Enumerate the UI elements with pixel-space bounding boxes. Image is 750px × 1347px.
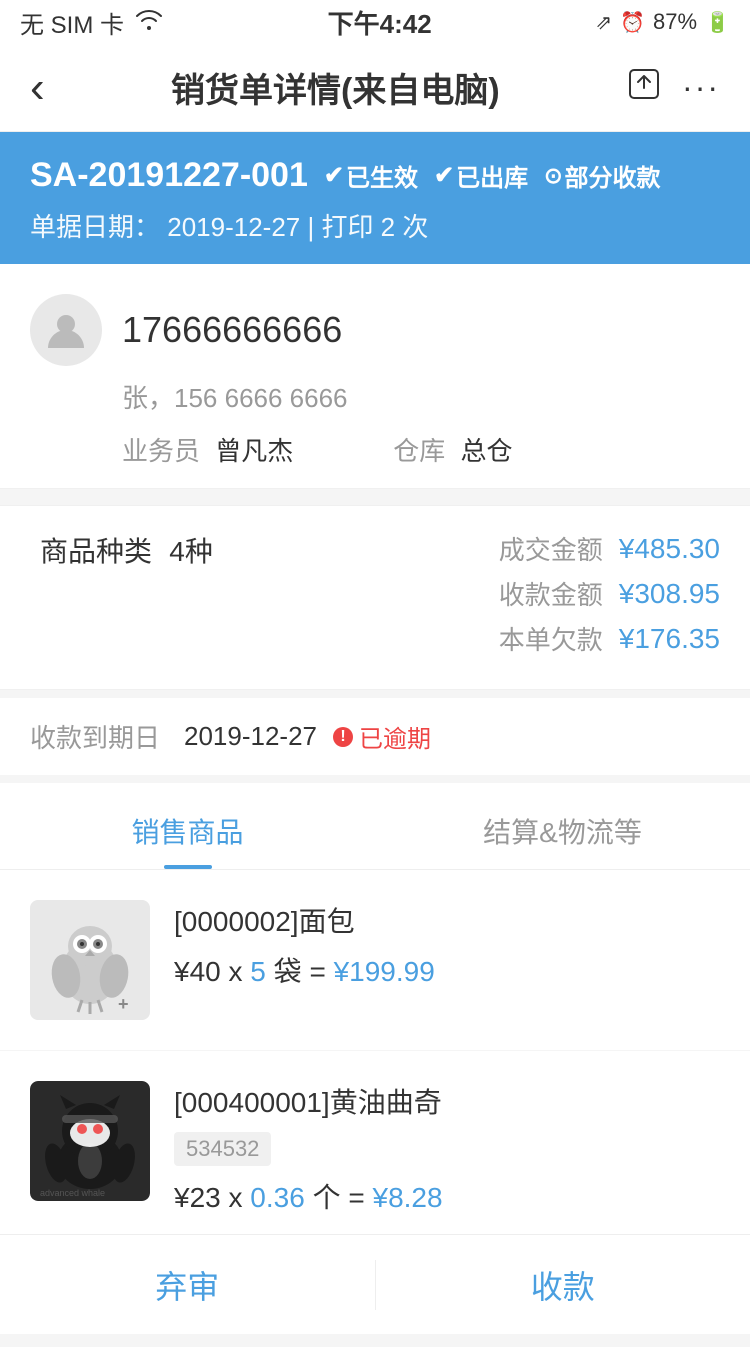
- effective-label: 已生效: [346, 158, 418, 193]
- total-2: ¥8.28: [373, 1182, 443, 1213]
- print-info: | 打印 2 次: [307, 212, 428, 242]
- location-icon: ⇗: [595, 10, 612, 35]
- nav-left: ‹: [30, 63, 45, 113]
- product-tag-2: 534532: [174, 1132, 271, 1166]
- overdue-text: 已逾期: [359, 719, 431, 754]
- price-value-2: ¥23: [174, 1182, 221, 1213]
- amount-row-debt: 本单欠款 ¥176.35: [499, 620, 720, 657]
- amount-row-received: 收款金额 ¥308.95: [499, 575, 720, 612]
- amount-row-deal: 成交金额 ¥485.30: [499, 530, 720, 567]
- debt-label: 本单欠款: [499, 620, 603, 657]
- received-value: ¥308.95: [619, 578, 720, 610]
- warehouse-value: 总仓: [461, 436, 513, 466]
- order-id-row: SA-20191227-001 ✔ 已生效 ✔ 已出库 ⊙ 部分收款: [30, 156, 720, 195]
- price-value-1: ¥40: [174, 956, 221, 987]
- bottom-toolbar: 弃审 收款: [0, 1234, 750, 1334]
- sales-person: 曾凡杰: [215, 436, 293, 466]
- shipped-icon: ✔: [434, 161, 454, 190]
- nav-bar: ‹ 销货单详情(来自电脑) ···: [0, 44, 750, 132]
- battery-icon: 🔋: [705, 10, 730, 35]
- product-item-1: + [0000002]面包 ¥40 x 5 袋 = ¥199.99: [0, 870, 750, 1051]
- customer-name: 17666666666: [122, 309, 342, 351]
- due-label: 收款到期日: [30, 718, 160, 755]
- confirm-button[interactable]: 收款: [376, 1242, 750, 1328]
- wifi-icon: [134, 8, 164, 37]
- partial-label: 部分收款: [565, 158, 661, 193]
- product-info-1: [0000002]面包 ¥40 x 5 袋 = ¥199.99: [174, 900, 720, 990]
- price-x-2: x: [229, 1182, 251, 1213]
- total-1: ¥199.99: [334, 956, 435, 987]
- overdue-badge: ! 已逾期: [333, 719, 431, 754]
- debt-value: ¥176.35: [619, 623, 720, 655]
- tabs-block: 销售商品 结算&物流等: [0, 783, 750, 870]
- tab-products-label: 销售商品: [131, 817, 243, 848]
- deal-amount-label: 成交金额: [499, 530, 603, 567]
- status-time: 下午4:42: [328, 4, 432, 41]
- tab-settlement[interactable]: 结算&物流等: [375, 783, 750, 869]
- status-right: ⇗ ⏰ 87% 🔋: [595, 9, 730, 35]
- summary-row: 商品种类 4种 成交金额 ¥485.30 收款金额 ¥308.95 本单欠款 ¥…: [30, 530, 720, 665]
- product-price-1: ¥40 x 5 袋 = ¥199.99: [174, 950, 720, 990]
- product-item-2: advanced whale [000400001]黄油曲奇 534532 ¥2…: [0, 1051, 750, 1247]
- order-header: SA-20191227-001 ✔ 已生效 ✔ 已出库 ⊙ 部分收款 单据日期：…: [0, 132, 750, 264]
- product-thumb-2: advanced whale: [30, 1081, 150, 1201]
- customer-sub: 张，156 6666 6666: [122, 378, 720, 415]
- product-name-2: [000400001]黄油曲奇: [174, 1081, 720, 1121]
- customer-top: 17666666666: [30, 294, 720, 366]
- equals-2: =: [348, 1182, 372, 1213]
- product-list: + [0000002]面包 ¥40 x 5 袋 = ¥199.99: [0, 870, 750, 1247]
- due-date-value: 2019-12-27: [184, 721, 317, 752]
- warehouse-label-text: 仓库 总仓: [393, 431, 512, 468]
- partial-icon: ⊙: [544, 163, 562, 189]
- product-price-2: ¥23 x 0.36 个 = ¥8.28: [174, 1176, 720, 1216]
- category-info: 商品种类 4种: [30, 530, 213, 570]
- status-badge-effective: ✔ 已生效: [324, 158, 418, 193]
- battery-value: 87%: [653, 9, 697, 35]
- qty-value-1: 5: [250, 956, 266, 987]
- due-date-block: 收款到期日 2019-12-27 ! 已逾期: [0, 690, 750, 775]
- cancel-button[interactable]: 弃审: [0, 1242, 375, 1328]
- unit-2: 个: [313, 1182, 341, 1213]
- page-title: 销货单详情(来自电脑): [171, 63, 500, 112]
- share-icon[interactable]: [626, 66, 662, 109]
- more-icon[interactable]: ···: [682, 69, 720, 106]
- effective-icon: ✔: [324, 161, 344, 190]
- status-badge-shipped: ✔ 已出库: [434, 158, 528, 193]
- product-info-2: [000400001]黄油曲奇 534532 ¥23 x 0.36 个 = ¥8…: [174, 1081, 720, 1216]
- order-id-text: SA-20191227-001: [30, 156, 308, 195]
- nav-right: ···: [626, 66, 720, 109]
- back-button[interactable]: ‹: [30, 63, 45, 113]
- date-label: 单据日期：: [30, 212, 160, 242]
- shipped-label: 已出库: [456, 158, 528, 193]
- customer-avatar: [30, 294, 102, 366]
- overdue-icon: !: [333, 727, 353, 747]
- price-x-1: x: [229, 956, 251, 987]
- status-badge-partial: ⊙ 部分收款: [544, 158, 660, 193]
- tab-products[interactable]: 销售商品: [0, 783, 375, 869]
- tab-settlement-label: 结算&物流等: [483, 817, 642, 848]
- sales-label-text: 业务员 曾凡杰: [122, 431, 293, 468]
- status-left: 无 SIM 卡: [20, 5, 164, 40]
- summary-block: 商品种类 4种 成交金额 ¥485.30 收款金额 ¥308.95 本单欠款 ¥…: [0, 505, 750, 690]
- amounts: 成交金额 ¥485.30 收款金额 ¥308.95 本单欠款 ¥176.35: [499, 530, 720, 665]
- equals-1: =: [309, 956, 333, 987]
- customer-meta: 业务员 曾凡杰 仓库 总仓: [122, 431, 720, 468]
- deal-amount-value: ¥485.30: [619, 533, 720, 565]
- category-count: 4种: [169, 536, 213, 567]
- svg-text:advanced whale: advanced whale: [40, 1188, 105, 1198]
- received-label: 收款金额: [499, 575, 603, 612]
- order-date-row: 单据日期： 2019-12-27 | 打印 2 次: [30, 207, 720, 244]
- unit-1: 袋: [274, 956, 302, 987]
- alarm-icon: ⏰: [620, 10, 645, 35]
- product-name-1: [0000002]面包: [174, 900, 720, 940]
- product-thumb-1: +: [30, 900, 150, 1020]
- qty-value-2: 0.36: [250, 1182, 305, 1213]
- category-label: 商品种类: [40, 536, 152, 567]
- sim-label: 无 SIM 卡: [20, 5, 124, 40]
- svg-text:+: +: [118, 994, 129, 1014]
- status-bar: 无 SIM 卡 下午4:42 ⇗ ⏰ 87% 🔋: [0, 0, 750, 44]
- customer-block: 17666666666 张，156 6666 6666 业务员 曾凡杰 仓库 总…: [0, 264, 750, 489]
- order-date-value: 2019-12-27: [167, 212, 300, 242]
